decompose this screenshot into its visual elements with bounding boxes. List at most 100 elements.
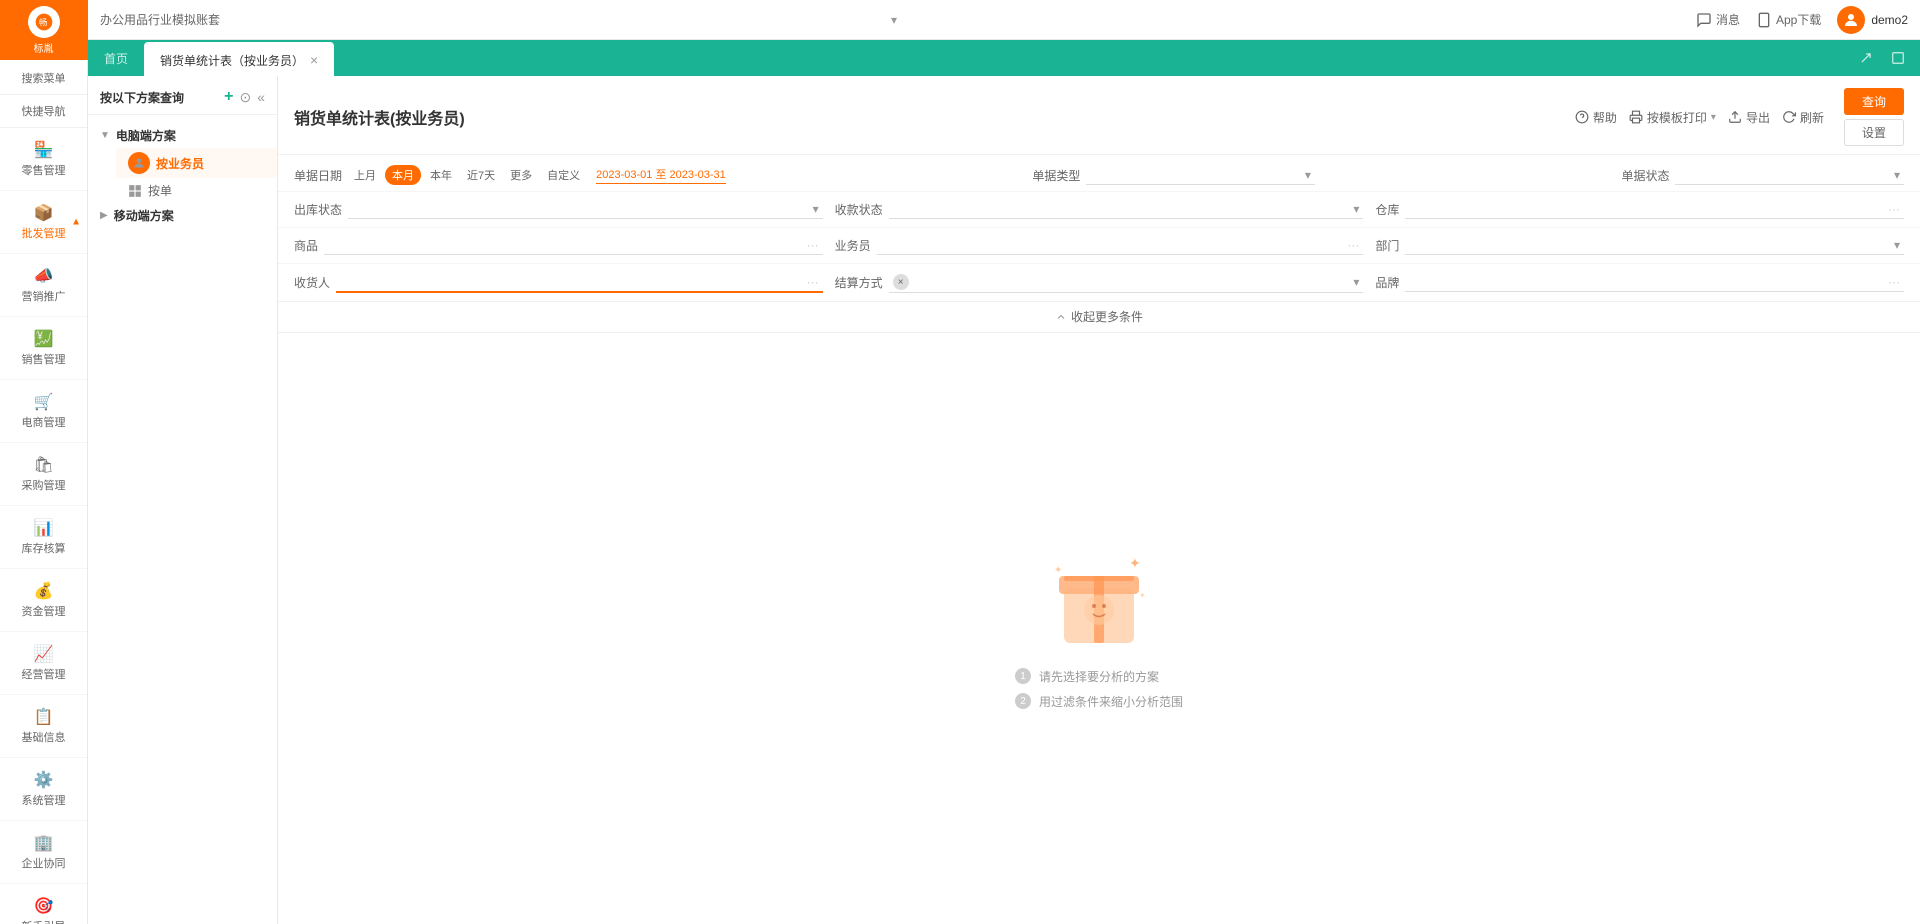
svg-text:✦: ✦	[1139, 591, 1146, 600]
dept-dropdown-arrow: ▾	[1894, 238, 1900, 252]
payment-dropdown[interactable]: ▾	[889, 200, 1364, 219]
tree-item-salesperson[interactable]: 按业务员	[116, 148, 277, 178]
sidebar-item-purchase-label: 采购管理	[22, 477, 66, 493]
marketing-icon: 📣	[34, 266, 54, 286]
tree-desktop-group[interactable]: ▼ 电脑端方案	[88, 123, 277, 148]
quicknav-label[interactable]: 快捷导航	[22, 103, 66, 119]
search-menu-label[interactable]: 搜索菜单	[22, 70, 66, 86]
date-range-display[interactable]: 2023-03-01 至 2023-03-31	[596, 166, 726, 184]
settlement-control[interactable]: × ▾	[889, 272, 1364, 293]
sidebar-item-purchase[interactable]: 🛍 采购管理	[0, 443, 87, 506]
date-tab-7days[interactable]: 近7天	[461, 165, 501, 185]
username-label: demo2	[1871, 13, 1908, 27]
sidebar-item-system[interactable]: ⚙️ 系统管理	[0, 758, 87, 821]
sidebar-item-wholesale[interactable]: 📦 批发管理 ▲	[0, 191, 87, 254]
main-area: 办公用品行业模拟账套 ▾ 消息 App下载 demo2 首页	[88, 0, 1920, 924]
sidebar-item-marketing[interactable]: 📣 营销推广	[0, 254, 87, 317]
topbar: 办公用品行业模拟账套 ▾ 消息 App下载 demo2	[88, 0, 1920, 40]
date-tab-thismonth[interactable]: 本月	[385, 165, 421, 185]
consignee-control[interactable]: ···	[336, 273, 823, 293]
sidebar-item-finance-label: 资金管理	[22, 603, 66, 619]
sidebar-item-inventory[interactable]: 📊 库存核算	[0, 506, 87, 569]
help-label: 帮助	[1593, 109, 1617, 126]
collapse-bar: 收起更多条件	[278, 302, 1920, 333]
tab-maximize-btn[interactable]	[1884, 44, 1912, 72]
settings-btn[interactable]: 设置	[1844, 119, 1904, 146]
product-label: 商品	[294, 237, 318, 254]
sidebar-item-sales[interactable]: 💹 销售管理	[0, 317, 87, 380]
sidebar-item-inventory-label: 库存核算	[22, 540, 66, 556]
sidebar: 畅 标胤 搜索菜单 快捷导航 🏪 零售管理 📦 批发管理 ▲ 📣 营销推广 💹 …	[0, 0, 88, 924]
date-label: 单据日期	[294, 167, 342, 184]
tree-sub-desktop: 按业务员 按单	[88, 148, 277, 203]
filter-row-1: 单据日期 上月 本月 本年 近7天 更多 自定义 2023-03-01 至 20…	[278, 155, 1920, 192]
basic-icon: 📋	[34, 707, 54, 727]
topbar-user[interactable]: demo2	[1837, 6, 1908, 34]
date-tab-more[interactable]: 更多	[504, 165, 538, 185]
docstatus-dropdown[interactable]: ▾	[1675, 166, 1904, 185]
sidebar-item-enterprise[interactable]: 🏢 企业协同	[0, 821, 87, 884]
topbar-dropdown-icon[interactable]: ▾	[891, 13, 897, 27]
refresh-btn[interactable]: 刷新	[1782, 109, 1824, 126]
settlement-clear-btn[interactable]: ×	[893, 274, 909, 290]
app-label: App下载	[1776, 11, 1821, 28]
filter-salesperson-item: 业务员 ···	[835, 236, 1364, 255]
sidebar-item-basic[interactable]: 📋 基础信息	[0, 695, 87, 758]
finance-icon: 💰	[34, 581, 54, 601]
query-settings-group: 查询 设置	[1844, 88, 1904, 146]
tree-item-byorder[interactable]: 按单	[116, 178, 277, 203]
print-btn[interactable]: 按模板打印 ▾	[1629, 109, 1716, 126]
tab-home[interactable]: 首页	[88, 40, 144, 76]
collapse-btn[interactable]: 收起更多条件	[1055, 308, 1143, 325]
tabbar: 首页 销货单统计表（按业务员） ×	[88, 40, 1920, 76]
ecom-icon: 🛒	[34, 392, 54, 412]
tab-sales-stat-label: 销货单统计表（按业务员）	[160, 52, 304, 69]
filter-dept-item: 部门 ▾	[1375, 236, 1904, 255]
salesperson-label: 业务员	[835, 237, 871, 254]
empty-illustration: ✦ ✦ ✦	[1039, 538, 1159, 648]
right-content: 销货单统计表(按业务员) 帮助 按模板打印 ▾ 导出	[278, 76, 1920, 924]
sidebar-search-section[interactable]: 搜索菜单	[0, 60, 87, 95]
stock-dropdown[interactable]: ▾	[348, 200, 823, 219]
sidebar-item-newbie[interactable]: 🎯 新手引导	[0, 884, 87, 924]
purchase-icon: 🛍	[33, 455, 53, 475]
doctype-dropdown[interactable]: ▾	[1086, 166, 1315, 185]
consignee-label: 收货人	[294, 274, 330, 291]
tree-mobile-group[interactable]: ▶ 移动端方案	[88, 203, 277, 228]
tab-close-icon[interactable]: ×	[310, 53, 318, 67]
topbar-msg-btn[interactable]: 消息	[1696, 11, 1740, 28]
date-tabs: 上月 本月 本年 近7天 更多 自定义	[348, 165, 586, 185]
sidebar-quicknav-section[interactable]: 快捷导航	[0, 95, 87, 128]
topbar-app-btn[interactable]: App下载	[1756, 11, 1821, 28]
help-btn[interactable]: 帮助	[1575, 109, 1617, 126]
sidebar-item-operation[interactable]: 📈 经营管理	[0, 632, 87, 695]
brand-control[interactable]: ···	[1405, 273, 1904, 292]
tab-minimize-btn[interactable]	[1852, 44, 1880, 72]
date-tab-thisyear[interactable]: 本年	[424, 165, 458, 185]
query-btn[interactable]: 查询	[1844, 88, 1904, 115]
sidebar-item-ecom[interactable]: 🛒 电商管理	[0, 380, 87, 443]
sidebar-item-newbie-label: 新手引导	[22, 918, 66, 924]
avatar	[1837, 6, 1865, 34]
filter-row-4: 收货人 ··· 结算方式 ×	[278, 264, 1920, 302]
enterprise-icon: 🏢	[34, 833, 54, 853]
dept-dropdown[interactable]: ▾	[1405, 236, 1904, 255]
tree-mobile-label: 移动端方案	[114, 207, 174, 224]
sidebar-item-retail[interactable]: 🏪 零售管理	[0, 128, 87, 191]
settings-scheme-btn[interactable]: ⊙	[239, 89, 251, 106]
filter-row-3: 商品 ··· 业务员 ···	[278, 228, 1920, 264]
svg-text:畅: 畅	[39, 17, 47, 27]
product-control[interactable]: ···	[324, 236, 823, 255]
tab-sales-stat[interactable]: 销货单统计表（按业务员） ×	[144, 42, 334, 78]
date-tab-custom[interactable]: 自定义	[541, 165, 586, 185]
print-dropdown-icon[interactable]: ▾	[1711, 112, 1716, 123]
add-scheme-btn[interactable]: +	[224, 88, 233, 106]
print-label: 按模板打印	[1647, 109, 1707, 126]
sidebar-item-finance[interactable]: 💰 资金管理	[0, 569, 87, 632]
warehouse-control[interactable]: ···	[1405, 200, 1904, 219]
export-btn[interactable]: 导出	[1728, 109, 1770, 126]
date-tab-lastmonth[interactable]: 上月	[348, 165, 382, 185]
collapse-panel-btn[interactable]: «	[257, 89, 265, 105]
salesperson-control[interactable]: ···	[877, 236, 1364, 255]
sidebar-logo[interactable]: 畅 标胤	[0, 0, 88, 60]
